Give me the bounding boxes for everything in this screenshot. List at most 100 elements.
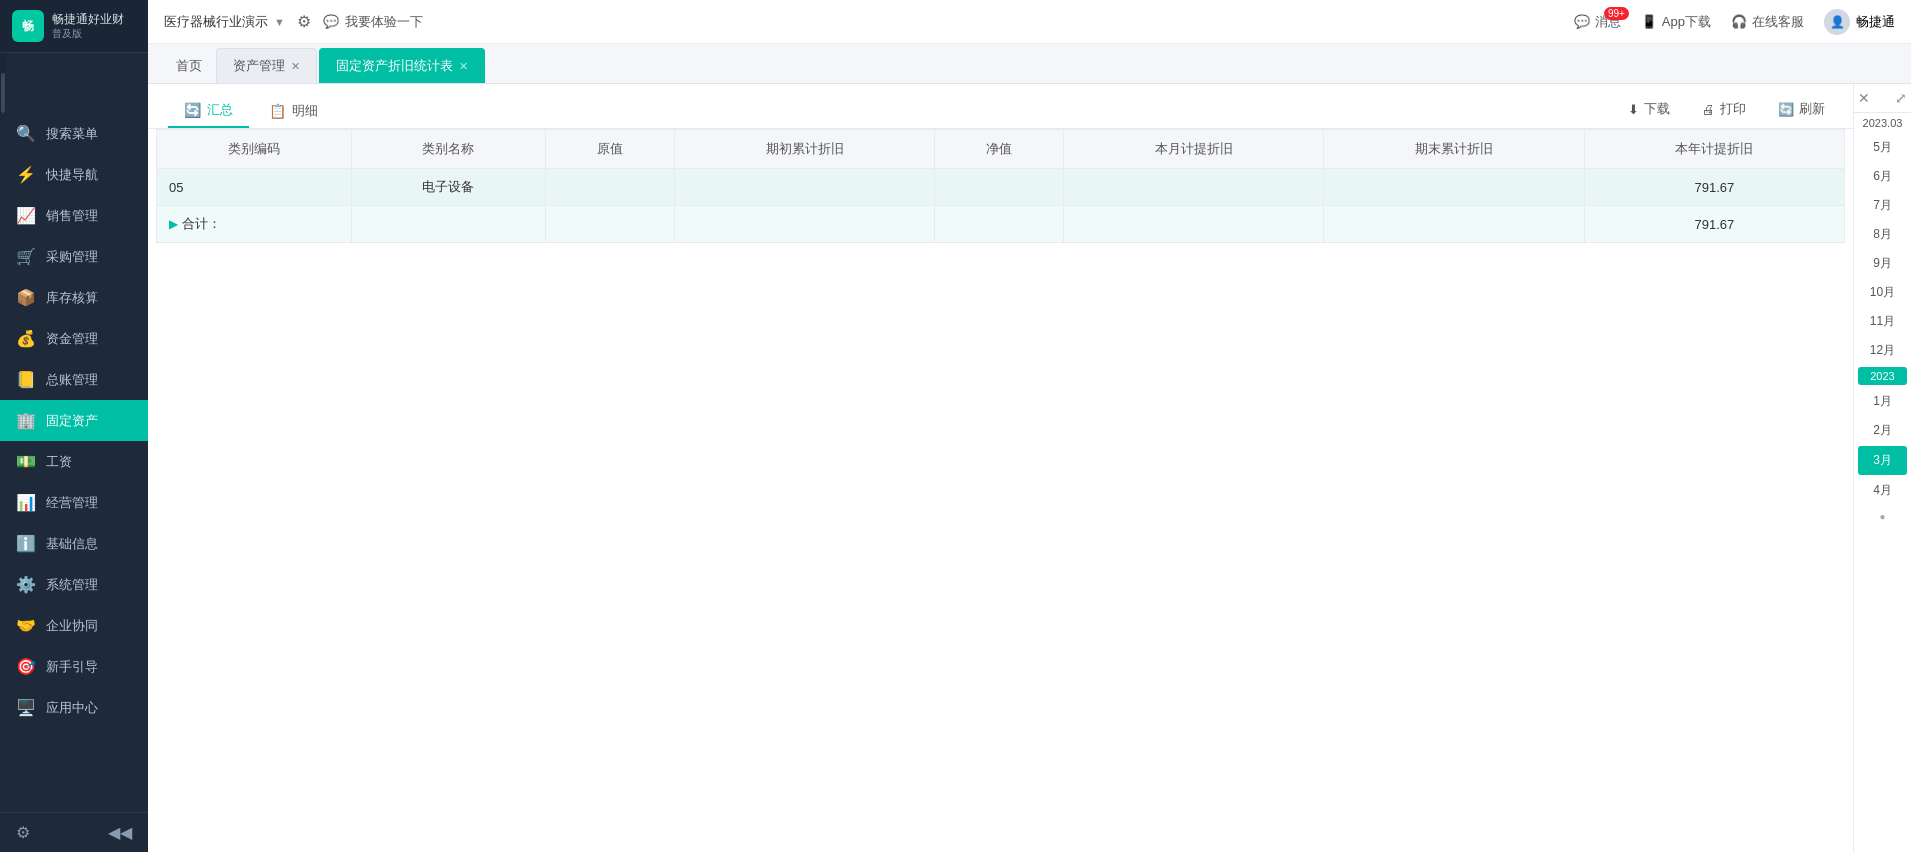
date-month-3[interactable]: 3月: [1858, 446, 1907, 475]
user-menu-button[interactable]: 👤 畅捷通: [1824, 9, 1895, 35]
content-area: 🔄 汇总 📋 明细 ⬇ 下载 🖨 打印: [148, 84, 1911, 852]
cell-initial-depreciation: [674, 169, 934, 206]
tabbar: 首页 资产管理 ✕ 固定资产折旧统计表 ✕: [148, 44, 1911, 84]
sidebar-item-label: 库存核算: [46, 289, 98, 307]
notifications-button[interactable]: 💬 消息 99+: [1574, 13, 1621, 31]
sidebar-item-sales[interactable]: 📈 销售管理: [0, 195, 148, 236]
finance-icon: 💰: [16, 329, 36, 348]
date-month-7[interactable]: 7月: [1854, 191, 1911, 220]
date-month-8[interactable]: 8月: [1854, 220, 1911, 249]
date-month-9[interactable]: 9月: [1854, 249, 1911, 278]
topbar-settings-icon[interactable]: ⚙: [297, 12, 311, 31]
sidebar-item-label: 固定资产: [46, 412, 98, 430]
fixed-assets-icon: 🏢: [16, 411, 36, 430]
customer-service-button[interactable]: 🎧 在线客服: [1731, 13, 1804, 31]
basic-info-icon: ℹ️: [16, 534, 36, 553]
experience-icon: 💬: [323, 14, 339, 29]
date-month-6[interactable]: 6月: [1854, 162, 1911, 191]
date-panel: ✕ ⤢ 2023.03 5月 6月 7月 8月 9月 10月 11月 12月 2…: [1853, 84, 1911, 852]
sidebar-item-label: 搜索菜单: [46, 125, 98, 143]
date-year-label: 2023.03: [1854, 113, 1911, 133]
footer-settings-icon[interactable]: ⚙: [16, 823, 30, 842]
depreciation-table: 类别编码 类别名称 原值 期初累计折旧 净值 本月计提折旧 期末累计折旧 本年计…: [156, 129, 1845, 243]
sum-row: ▶ 合计： 791.67: [157, 206, 1845, 243]
sidebar-item-label: 资金管理: [46, 330, 98, 348]
system-icon: ⚙️: [16, 575, 36, 594]
sidebar-item-basic-info[interactable]: ℹ️ 基础信息: [0, 523, 148, 564]
sidebar-item-finance[interactable]: 💰 资金管理: [0, 318, 148, 359]
date-month-10[interactable]: 10月: [1854, 278, 1911, 307]
notifications-badge: 99+: [1604, 7, 1629, 20]
sidebar-item-operations[interactable]: 📊 经营管理: [0, 482, 148, 523]
tab-home[interactable]: 首页: [164, 49, 214, 83]
date-month-5[interactable]: 5月: [1854, 133, 1911, 162]
logo-text-block: 畅捷通好业财 普及版: [52, 11, 124, 42]
sum-label: 合计：: [182, 216, 221, 231]
sidebar-item-ledger[interactable]: 📒 总账管理: [0, 359, 148, 400]
date-month-11[interactable]: 11月: [1854, 307, 1911, 336]
download-label: 下载: [1644, 100, 1670, 118]
close-panel-icon[interactable]: ✕: [1858, 90, 1870, 106]
download-button[interactable]: ⬇ 下载: [1620, 96, 1678, 122]
topbar-right: 💬 消息 99+ 📱 App下载 🎧 在线客服 👤 畅捷通: [1574, 9, 1895, 35]
summary-icon: 🔄: [184, 102, 201, 118]
sidebar-item-label: 总账管理: [46, 371, 98, 389]
sum-label-cell: ▶ 合计：: [157, 206, 352, 243]
sidebar-item-label: 企业协同: [46, 617, 98, 635]
sidebar-item-label: 快捷导航: [46, 166, 98, 184]
date-month-4[interactable]: 4月: [1854, 476, 1911, 505]
app-download-button[interactable]: 📱 App下载: [1641, 13, 1711, 31]
sidebar-item-quick-nav[interactable]: ⚡ 快捷导航: [0, 154, 148, 195]
tab-depreciation-label: 固定资产折旧统计表: [336, 57, 453, 75]
sidebar-item-fixed-assets[interactable]: 🏢 固定资产: [0, 400, 148, 441]
sidebar-item-salary[interactable]: 💵 工资: [0, 441, 148, 482]
quick-nav-icon: ⚡: [16, 165, 36, 184]
date-year-tag[interactable]: 2023: [1858, 367, 1907, 385]
sidebar-item-cooperation[interactable]: 🤝 企业协同: [0, 605, 148, 646]
date-panel-header: ✕ ⤢: [1854, 84, 1911, 113]
download-icon: ⬇: [1628, 102, 1639, 117]
sidebar-item-purchase[interactable]: 🛒 采购管理: [0, 236, 148, 277]
cell-code: 05: [157, 169, 352, 206]
inventory-icon: 📦: [16, 288, 36, 307]
experience-button[interactable]: 💬 我要体验一下: [323, 13, 423, 31]
subtab-detail[interactable]: 📋 明细: [253, 95, 334, 127]
app-download-icon: 📱: [1641, 14, 1657, 29]
app-center-icon: 🖥️: [16, 698, 36, 717]
sum-name: [351, 206, 546, 243]
expand-panel-icon[interactable]: ⤢: [1895, 90, 1907, 106]
sidebar-item-label: 采购管理: [46, 248, 98, 266]
tab-home-label: 首页: [176, 57, 202, 75]
print-button[interactable]: 🖨 打印: [1694, 96, 1754, 122]
subtab-summary[interactable]: 🔄 汇总: [168, 94, 249, 128]
cell-monthly-depreciation: [1064, 169, 1324, 206]
tab-depreciation-table[interactable]: 固定资产折旧统计表 ✕: [319, 48, 485, 83]
sales-icon: 📈: [16, 206, 36, 225]
subtab-summary-label: 汇总: [207, 101, 233, 119]
date-month-1[interactable]: 1月: [1854, 387, 1911, 416]
main-area: 医疗器械行业演示 ▼ ⚙ 💬 我要体验一下 💬 消息 99+ 📱 App下载 🎧…: [148, 0, 1911, 852]
detail-icon: 📋: [269, 103, 286, 119]
date-month-12[interactable]: 12月: [1854, 336, 1911, 365]
date-month-2[interactable]: 2月: [1854, 416, 1911, 445]
topbar: 医疗器械行业演示 ▼ ⚙ 💬 我要体验一下 💬 消息 99+ 📱 App下载 🎧…: [148, 0, 1911, 44]
tab-asset-close-icon[interactable]: ✕: [291, 61, 300, 72]
sidebar-item-label: 系统管理: [46, 576, 98, 594]
sidebar-item-guide[interactable]: 🎯 新手引导: [0, 646, 148, 687]
footer-collapse-icon[interactable]: ◀◀: [108, 823, 132, 842]
tab-depreciation-close-icon[interactable]: ✕: [459, 61, 468, 72]
sum-end-depreciation: [1324, 206, 1584, 243]
sidebar-item-app-center[interactable]: 🖥️ 应用中心: [0, 687, 148, 728]
refresh-button[interactable]: 🔄 刷新: [1770, 96, 1833, 122]
ledger-icon: 📒: [16, 370, 36, 389]
sidebar-item-inventory[interactable]: 📦 库存核算: [0, 277, 148, 318]
sidebar-item-system[interactable]: ⚙️ 系统管理: [0, 564, 148, 605]
company-dropdown-icon: ▼: [274, 16, 285, 28]
table-row: 05 电子设备 791.67: [157, 169, 1845, 206]
operations-icon: 📊: [16, 493, 36, 512]
sum-icon: ▶: [169, 217, 178, 231]
sidebar-item-search[interactable]: 🔍 搜索菜单: [0, 113, 148, 154]
company-selector[interactable]: 医疗器械行业演示 ▼: [164, 13, 285, 31]
tab-asset-management[interactable]: 资产管理 ✕: [216, 48, 317, 83]
refresh-label: 刷新: [1799, 100, 1825, 118]
